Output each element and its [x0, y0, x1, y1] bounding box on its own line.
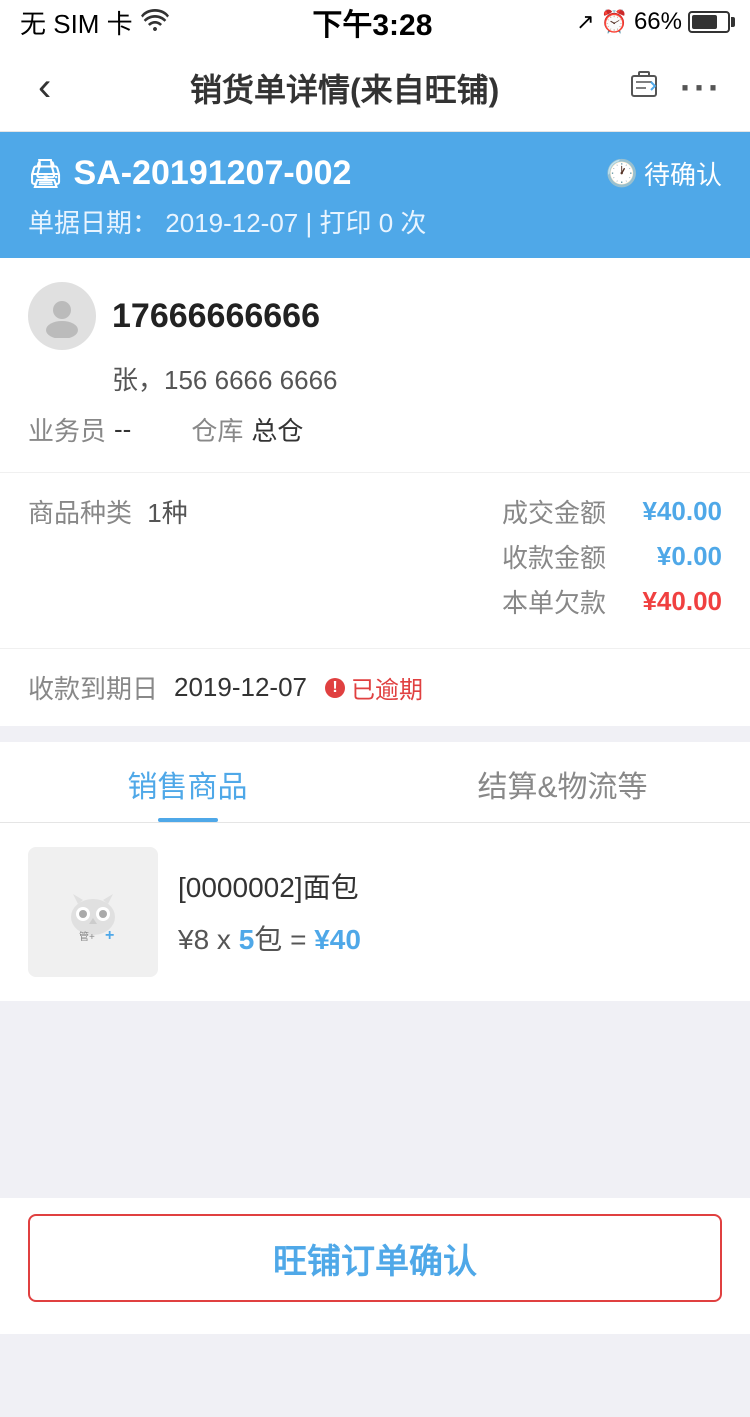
- order-header-top: 🖨 SA-20191207-002 🕐 待确认: [28, 154, 722, 193]
- nav-bar: ‹ 销货单详情(来自旺铺) ···: [0, 44, 750, 132]
- tabs-bar: 销售商品 结算&物流等: [0, 742, 750, 823]
- svg-text:管+: 管+: [79, 930, 95, 942]
- equal-sign: =: [282, 924, 314, 955]
- due-date-section: 收款到期日 2019-12-07 ! 已逾期: [0, 648, 750, 726]
- overdue-text: 已逾期: [351, 670, 423, 705]
- quantity-value: 5: [239, 924, 255, 955]
- order-status: 🕐 待确认: [606, 155, 722, 192]
- customer-meta: 业务员 -- 仓库 总仓: [28, 411, 722, 448]
- order-date-line: 单据日期： 2019-12-07 | 打印 0 次: [28, 203, 722, 240]
- amount-label-received: 收款金额: [502, 538, 606, 575]
- product-name: [0000002]面包: [178, 866, 722, 906]
- status-clock-icon: 🕐: [606, 158, 638, 189]
- goods-type-label: 商品种类: [28, 498, 132, 528]
- amount-row-owed: 本单欠款 ¥40.00: [502, 583, 722, 620]
- order-icon: 🖨: [28, 157, 64, 190]
- share-icon[interactable]: [628, 68, 660, 108]
- amount-row-received: 收款金额 ¥0.00: [502, 538, 722, 575]
- goods-type-block: 商品种类 1种: [28, 493, 188, 530]
- more-icon[interactable]: ···: [680, 67, 722, 109]
- sales-meta: 业务员 --: [28, 411, 131, 448]
- back-button[interactable]: ‹: [28, 55, 61, 120]
- overdue-icon: !: [325, 678, 345, 698]
- location-icon: ↗: [576, 9, 594, 35]
- tab-sales-goods[interactable]: 销售商品: [0, 742, 375, 822]
- alarm-icon: ⏰: [601, 9, 628, 35]
- amount-value-received: ¥0.00: [622, 541, 722, 572]
- product-thumbnail: + 管+: [28, 847, 158, 977]
- customer-info: 17666666666 张，156 6666 6666 业务员 -- 仓库 总仓: [0, 258, 750, 473]
- total-value: ¥40: [314, 924, 361, 955]
- amounts-section: 商品种类 1种 成交金额 ¥40.00 收款金额 ¥0.00 本单欠款 ¥40.…: [0, 473, 750, 648]
- amount-label-deal: 成交金额: [502, 493, 606, 530]
- battery-icon: [688, 11, 730, 33]
- product-list-item: + 管+ [0000002]面包 ¥8 x 5包 = ¥40: [0, 823, 750, 1001]
- status-time: 下午3:28: [312, 0, 432, 44]
- sales-label: 业务员: [28, 411, 106, 448]
- customer-phone: 17666666666: [112, 297, 320, 336]
- amount-label-owed: 本单欠款: [502, 583, 606, 620]
- warehouse-meta: 仓库 总仓: [191, 411, 303, 448]
- amount-row-deal: 成交金额 ¥40.00: [502, 493, 722, 530]
- amount-value-deal: ¥40.00: [622, 496, 722, 527]
- sales-value: --: [114, 414, 131, 445]
- warehouse-value: 总仓: [251, 411, 303, 448]
- warehouse-label: 仓库: [191, 411, 243, 448]
- svg-text:+: +: [105, 927, 114, 942]
- quantity-unit: 包: [254, 924, 282, 955]
- product-price-line: ¥8 x 5包 = ¥40: [178, 918, 722, 958]
- amount-value-owed: ¥40.00: [622, 586, 722, 617]
- order-header: 🖨 SA-20191207-002 🕐 待确认 单据日期： 2019-12-07…: [0, 132, 750, 258]
- status-indicators: ↗ ⏰ 66%: [576, 8, 730, 36]
- nav-actions: ···: [628, 67, 722, 109]
- carrier-text: 无 SIM 卡: [20, 4, 133, 41]
- customer-top: 17666666666: [28, 282, 722, 350]
- wifi-icon: [141, 7, 169, 38]
- goods-type-value: 1种: [147, 498, 187, 528]
- customer-avatar: [28, 282, 96, 350]
- overdue-badge: ! 已逾期: [325, 670, 423, 705]
- confirm-order-button[interactable]: 旺铺订单确认: [28, 1214, 722, 1302]
- product-info: [0000002]面包 ¥8 x 5包 = ¥40: [178, 866, 722, 958]
- battery-percent: 66%: [634, 8, 682, 36]
- page-title: 销货单详情(来自旺铺): [190, 65, 499, 111]
- customer-amounts-block: 17666666666 张，156 6666 6666 业务员 -- 仓库 总仓…: [0, 258, 750, 726]
- bottom-action-bar: 旺铺订单确认: [0, 1198, 750, 1334]
- due-date-value: 2019-12-07: [174, 672, 307, 703]
- amounts-block: 成交金额 ¥40.00 收款金额 ¥0.00 本单欠款 ¥40.00: [502, 493, 722, 628]
- due-date-label: 收款到期日: [28, 669, 158, 706]
- status-carrier: 无 SIM 卡: [20, 4, 169, 41]
- tab-settlement[interactable]: 结算&物流等: [375, 742, 750, 822]
- order-number: 🖨 SA-20191207-002: [28, 154, 351, 193]
- price-prefix: ¥8 x: [178, 924, 239, 955]
- customer-name: 张，156 6666 6666: [112, 360, 722, 397]
- status-bar: 无 SIM 卡 下午3:28 ↗ ⏰ 66%: [0, 0, 750, 44]
